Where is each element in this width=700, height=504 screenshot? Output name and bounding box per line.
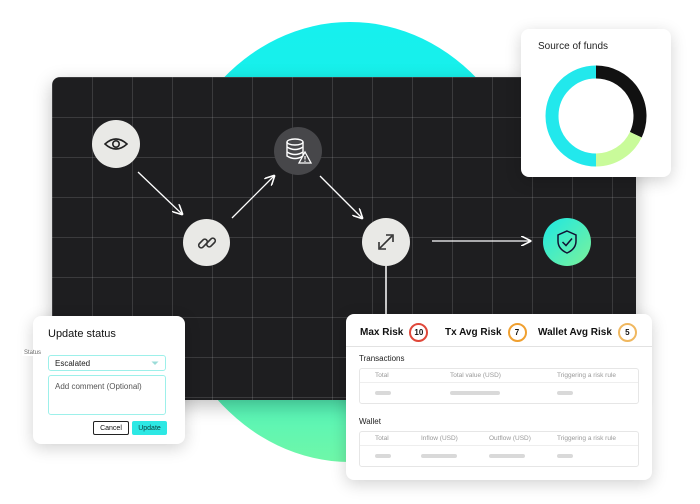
transactions-table-header: Total Total value (USD) Triggering a ris… [360, 369, 638, 383]
tx-avg-risk-value: 7 [507, 323, 527, 342]
max-risk-value: 10 [409, 323, 429, 342]
max-risk-metric: Max Risk 10 [360, 323, 429, 342]
column-header: Triggering a risk rule [557, 435, 617, 442]
tx-avg-risk-label: Tx Avg Risk [445, 327, 502, 338]
risk-header: Max Risk 10 Tx Avg Risk 7 Wallet Avg Ris… [346, 314, 652, 347]
placeholder-bar [557, 454, 573, 458]
shield-check-icon [557, 230, 577, 254]
source-of-funds-card: Source of funds [521, 29, 671, 177]
transfer-node [362, 218, 410, 266]
comment-textarea[interactable]: Add comment (Optional) [48, 375, 166, 415]
verified-node [543, 218, 591, 266]
wallet-table-header: Total Inflow (USD) Outflow (USD) Trigger… [360, 432, 638, 446]
update-button[interactable]: Update [132, 421, 167, 435]
tx-avg-risk-metric: Tx Avg Risk 7 [445, 323, 527, 342]
column-header: Total [375, 435, 389, 442]
donut-slice-1 [595, 131, 642, 167]
link-icon [197, 236, 216, 249]
status-select-value: Escalated [55, 358, 91, 368]
database-warning-icon [286, 138, 313, 164]
placeholder-bar [375, 391, 391, 395]
wallet-avg-risk-value: 5 [617, 323, 637, 342]
cancel-button[interactable]: Cancel [93, 421, 129, 435]
database-node [274, 127, 322, 175]
eye-node [92, 120, 140, 168]
column-header: Triggering a risk rule [557, 372, 617, 379]
status-field-label: Status [22, 350, 44, 356]
risk-summary-card: Max Risk 10 Tx Avg Risk 7 Wallet Avg Ris… [346, 314, 652, 480]
link-node [183, 219, 230, 266]
transfer-icon [378, 234, 394, 250]
max-risk-label: Max Risk [360, 327, 404, 338]
transactions-table: Total Total value (USD) Triggering a ris… [359, 368, 639, 404]
column-header: Total value (USD) [450, 372, 501, 379]
placeholder-bar [375, 454, 391, 458]
column-header: Outflow (USD) [489, 435, 531, 442]
wallet-table: Total Inflow (USD) Outflow (USD) Trigger… [359, 431, 639, 467]
transactions-title: Transactions [359, 354, 405, 363]
update-status-card: Update status Escalated Add comment (Opt… [33, 316, 185, 444]
wallet-avg-risk-label: Wallet Avg Risk [538, 327, 612, 338]
donut-slice-0 [595, 65, 647, 138]
wallet-title: Wallet [359, 417, 381, 426]
status-select[interactable]: Escalated [48, 355, 166, 371]
update-status-title: Update status [48, 328, 116, 340]
donut-slice-2 [545, 65, 597, 167]
placeholder-bar [489, 454, 525, 458]
wallet-avg-risk-metric: Wallet Avg Risk 5 [538, 323, 637, 342]
column-header: Inflow (USD) [421, 435, 458, 442]
placeholder-bar [450, 391, 500, 395]
placeholder-bar [557, 391, 573, 395]
funds-donut-chart [545, 65, 647, 167]
eye-icon [104, 138, 128, 150]
placeholder-bar [421, 454, 457, 458]
chevron-down-icon [151, 361, 159, 365]
column-header: Total [375, 372, 389, 379]
source-of-funds-title: Source of funds [538, 41, 609, 52]
